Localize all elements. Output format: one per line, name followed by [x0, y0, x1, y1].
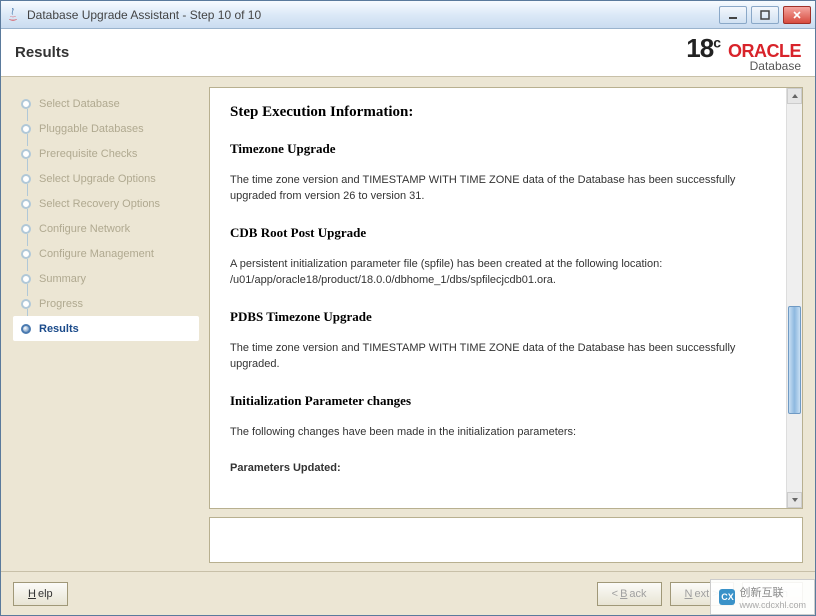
- watermark-text: 创新互联: [739, 584, 806, 600]
- sidebar-item-configure-network[interactable]: Configure Network: [13, 216, 199, 241]
- sidebar-item-pluggable-databases[interactable]: Pluggable Databases: [13, 116, 199, 141]
- minimize-button[interactable]: [719, 6, 747, 24]
- sidebar-item-summary[interactable]: Summary: [13, 266, 199, 291]
- sidebar-item-select-recovery-options[interactable]: Select Recovery Options: [13, 191, 199, 216]
- sidebar-item-progress[interactable]: Progress: [13, 291, 199, 316]
- content-wrap: Step Execution Information: Timezone Upg…: [209, 87, 803, 563]
- titlebar: Database Upgrade Assistant - Step 10 of …: [1, 1, 815, 29]
- section-heading-pdbs: PDBS Timezone Upgrade: [230, 309, 766, 325]
- scroll-down-button[interactable]: [787, 492, 802, 508]
- page-title: Results: [15, 44, 686, 61]
- watermark: CX 创新互联 www.cdcxhl.com: [710, 579, 815, 615]
- lower-panel: [209, 517, 803, 563]
- back-button[interactable]: < Back: [597, 582, 662, 606]
- java-icon: [5, 7, 21, 23]
- section-body-timezone: The time zone version and TIMESTAMP WITH…: [230, 173, 766, 205]
- sidebar-item-configure-management[interactable]: Configure Management: [13, 241, 199, 266]
- section-body-cdb: A persistent initialization parameter fi…: [230, 257, 766, 289]
- product-logo: 18c ORACLE Database: [686, 33, 801, 72]
- footer: Help < Back Next > Finish: [1, 571, 815, 615]
- window-title: Database Upgrade Assistant - Step 10 of …: [27, 8, 719, 22]
- maximize-button[interactable]: [751, 6, 779, 24]
- scroll-track[interactable]: [787, 104, 802, 492]
- section-heading-init: Initialization Parameter changes: [230, 393, 766, 409]
- sidebar-item-select-upgrade-options[interactable]: Select Upgrade Options: [13, 166, 199, 191]
- section-heading-timezone: Timezone Upgrade: [230, 141, 766, 157]
- sidebar-item-prerequisite-checks[interactable]: Prerequisite Checks: [13, 141, 199, 166]
- section-heading-cdb: CDB Root Post Upgrade: [230, 225, 766, 241]
- scroll-thumb[interactable]: [788, 306, 801, 415]
- sidebar: Select Database Pluggable Databases Prer…: [13, 87, 199, 563]
- sidebar-item-select-database[interactable]: Select Database: [13, 91, 199, 116]
- body-area: Select Database Pluggable Databases Prer…: [1, 77, 815, 571]
- sidebar-item-results[interactable]: Results: [13, 316, 199, 341]
- scroll-up-button[interactable]: [787, 88, 802, 104]
- content-scrollbar[interactable]: [786, 88, 802, 508]
- content-scroll: Step Execution Information: Timezone Upg…: [210, 88, 786, 508]
- app-window: Database Upgrade Assistant - Step 10 of …: [0, 0, 816, 616]
- watermark-sub: www.cdcxhl.com: [739, 600, 806, 610]
- help-button[interactable]: Help: [13, 582, 68, 606]
- oracle-product-text: Database: [750, 60, 801, 72]
- section-body-init: The following changes have been made in …: [230, 425, 766, 441]
- window-controls: [719, 6, 811, 24]
- content-main-heading: Step Execution Information:: [230, 104, 766, 121]
- content-panel: Step Execution Information: Timezone Upg…: [209, 87, 803, 509]
- watermark-logo-icon: CX: [719, 589, 735, 605]
- section-body-pdbs: The time zone version and TIMESTAMP WITH…: [230, 341, 766, 373]
- section-sub-init: Parameters Updated:: [230, 461, 766, 477]
- oracle-brand-text: ORACLE: [728, 42, 801, 60]
- close-button[interactable]: [783, 6, 811, 24]
- header: Results 18c ORACLE Database: [1, 29, 815, 77]
